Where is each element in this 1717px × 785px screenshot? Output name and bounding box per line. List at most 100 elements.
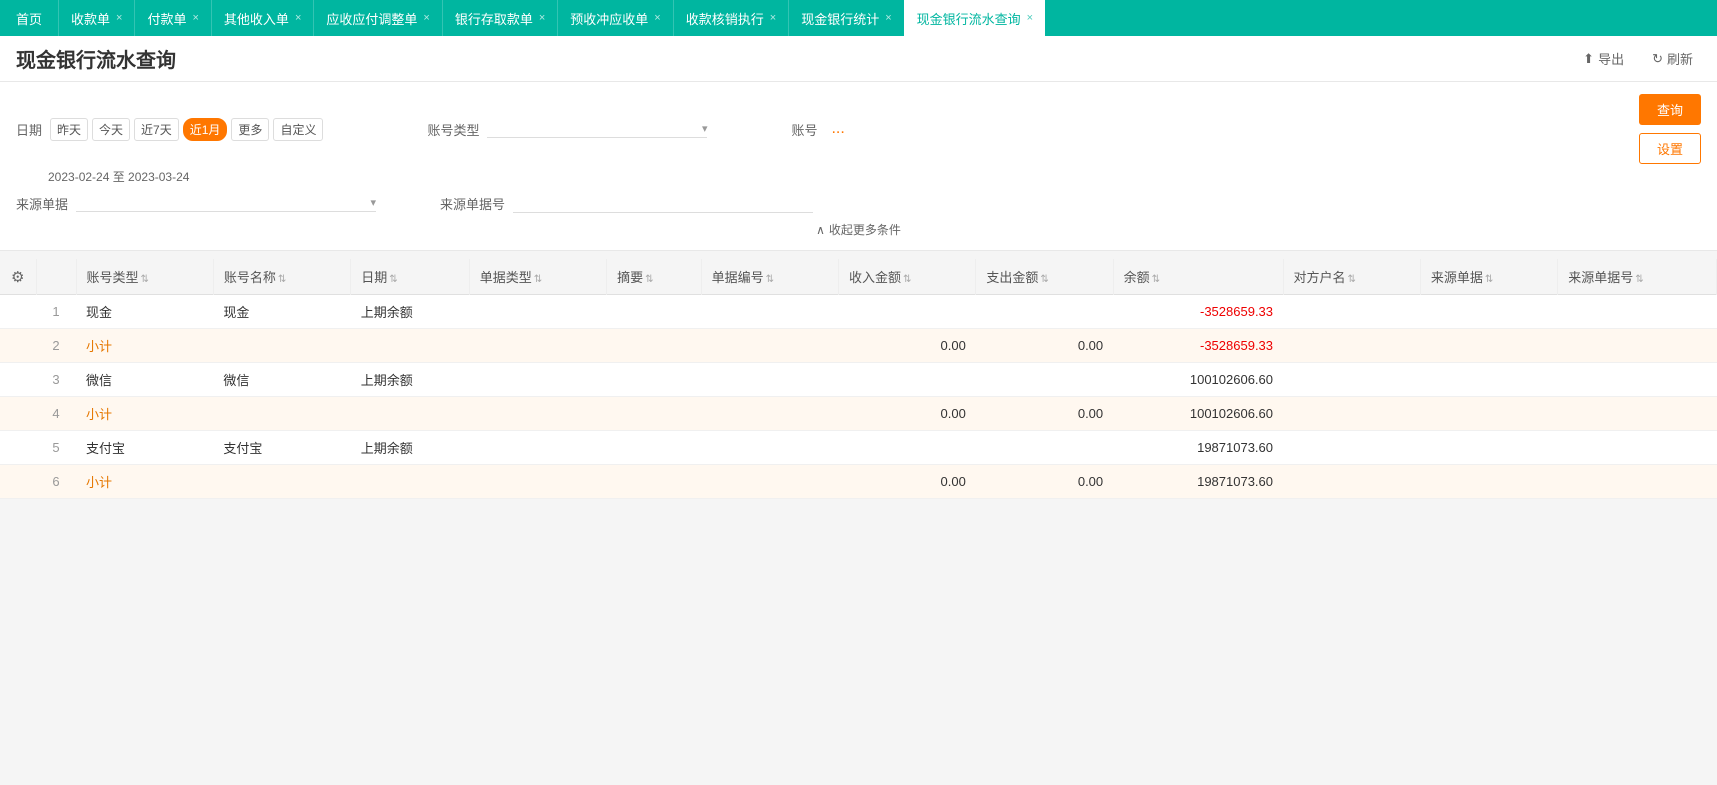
row-source-doc [1420, 295, 1557, 329]
nav-tab-5[interactable]: 预收冲应收单× [557, 0, 672, 36]
settings-button[interactable]: 设置 [1639, 133, 1701, 164]
col-balance[interactable]: 余额⇅ [1113, 259, 1283, 295]
row-doc-no [701, 363, 838, 397]
gear-icon[interactable]: ⚙ [11, 269, 24, 286]
row-source-doc [1420, 397, 1557, 431]
nav-tab-label: 现金银行流水查询 [917, 9, 1021, 28]
row-income: 0.00 [838, 465, 975, 499]
row-account-type: 支付宝 [76, 431, 213, 465]
row-source-doc-no [1558, 329, 1717, 363]
export-button[interactable]: ⬆ 导出 [1575, 45, 1632, 72]
date-option-1[interactable]: 今天 [92, 118, 130, 141]
col-source_doc_no[interactable]: 来源单据号⇅ [1558, 259, 1717, 295]
row-source-doc-no [1558, 465, 1717, 499]
collapse-bar[interactable]: ∧ 收起更多条件 [16, 221, 1701, 238]
source-doc-no-filter: 来源单据号 [440, 193, 813, 213]
date-option-2[interactable]: 近7天 [134, 118, 179, 141]
nav-tab-close-icon[interactable]: × [770, 12, 776, 24]
row-settings [0, 363, 36, 397]
nav-tab-close-icon[interactable]: × [192, 12, 198, 24]
nav-tab-6[interactable]: 收款核销执行× [673, 0, 788, 36]
row-settings [0, 329, 36, 363]
col-counterparty[interactable]: 对方户名⇅ [1283, 259, 1420, 295]
col-account_name[interactable]: 账号名称⇅ [213, 259, 350, 295]
col-summary[interactable]: 摘要⇅ [607, 259, 702, 295]
nav-tab-2[interactable]: 其他收入单 × [211, 0, 313, 36]
table-container: ⚙ 账号类型⇅账号名称⇅日期⇅单据类型⇅摘要⇅单据编号⇅收入金额⇅支出金额⇅余额⇅… [0, 259, 1717, 499]
row-doc-type [469, 363, 606, 397]
source-doc-select[interactable]: ▾ [76, 194, 376, 212]
nav-tab-close-icon[interactable]: × [423, 12, 429, 24]
row-num: 2 [36, 329, 76, 363]
filter-row-1: 日期 昨天今天近7天近1月更多自定义 账号类型 ▾ 账号 ... 查询 设置 [16, 94, 1701, 164]
row-source-doc [1420, 465, 1557, 499]
row-balance: -3528659.33 [1113, 329, 1283, 363]
filter-area: 日期 昨天今天近7天近1月更多自定义 账号类型 ▾ 账号 ... 查询 设置 2… [0, 82, 1717, 251]
row-balance: 100102606.60 [1113, 363, 1283, 397]
row-balance: 19871073.60 [1113, 431, 1283, 465]
row-account-name [213, 465, 350, 499]
date-option-3[interactable]: 近1月 [183, 118, 228, 141]
table-row: 2小计0.000.00-3528659.33 [0, 329, 1717, 363]
nav-home[interactable]: 首页 [0, 0, 58, 36]
row-source-doc-no [1558, 431, 1717, 465]
nav-tab-7[interactable]: 现金银行统计× [788, 0, 903, 36]
row-account-name: 现金 [213, 295, 350, 329]
row-doc-type [469, 465, 606, 499]
col-date[interactable]: 日期⇅ [351, 259, 470, 295]
col-num [36, 259, 76, 295]
col-account_type[interactable]: 账号类型⇅ [76, 259, 213, 295]
row-counterparty [1283, 465, 1420, 499]
refresh-button[interactable]: ↻ 刷新 [1644, 45, 1701, 72]
row-date [351, 465, 470, 499]
nav-tab-label: 其他收入单 [224, 9, 289, 28]
row-counterparty [1283, 397, 1420, 431]
source-doc-no-input[interactable] [513, 193, 813, 213]
nav-tab-close-icon[interactable]: × [539, 12, 545, 24]
nav-tab-4[interactable]: 银行存取款单× [442, 0, 557, 36]
row-balance: 19871073.60 [1113, 465, 1283, 499]
col-doc_type[interactable]: 单据类型⇅ [469, 259, 606, 295]
nav-tab-close-icon[interactable]: × [295, 12, 301, 24]
nav-tab-close-icon[interactable]: × [1027, 12, 1033, 24]
account-type-select[interactable]: ▾ [487, 120, 707, 138]
date-option-5[interactable]: 自定义 [273, 118, 323, 141]
row-settings [0, 295, 36, 329]
nav-tab-3[interactable]: 应收应付调整单× [313, 0, 441, 36]
sort-icon: ⇅ [534, 274, 542, 285]
nav-tab-close-icon[interactable]: × [654, 12, 660, 24]
col-income[interactable]: 收入金额⇅ [838, 259, 975, 295]
row-account-type: 现金 [76, 295, 213, 329]
sort-icon: ⇅ [903, 274, 911, 285]
table-row: 6小计0.000.0019871073.60 [0, 465, 1717, 499]
sort-icon: ⇅ [1152, 274, 1160, 285]
row-account-name [213, 397, 350, 431]
row-income [838, 363, 975, 397]
nav-tab-8[interactable]: 现金银行流水查询 × [904, 0, 1045, 36]
date-label: 日期 [16, 120, 42, 139]
query-button[interactable]: 查询 [1639, 94, 1701, 125]
row-expense: 0.00 [976, 465, 1113, 499]
date-option-0[interactable]: 昨天 [50, 118, 88, 141]
row-doc-no [701, 329, 838, 363]
source-doc-filter: 来源单据 ▾ [16, 194, 376, 213]
nav-tab-close-icon[interactable]: × [116, 12, 122, 24]
chevron-up-icon: ∧ [816, 223, 825, 237]
col-source_doc[interactable]: 来源单据⇅ [1420, 259, 1557, 295]
header-actions: ⬆ 导出 ↻ 刷新 [1575, 45, 1701, 72]
col-doc_no[interactable]: 单据编号⇅ [701, 259, 838, 295]
row-balance: 100102606.60 [1113, 397, 1283, 431]
row-doc-no [701, 465, 838, 499]
nav-tab-1[interactable]: 付款单× [134, 0, 210, 36]
col-expense[interactable]: 支出金额⇅ [976, 259, 1113, 295]
page-title: 现金银行流水查询 [16, 44, 176, 73]
sort-icon: ⇅ [1348, 274, 1356, 285]
nav-tab-close-icon[interactable]: × [885, 12, 891, 24]
nav-tab-0[interactable]: 收款单× [58, 0, 134, 36]
sort-icon: ⇅ [278, 274, 286, 285]
refresh-icon: ↻ [1652, 51, 1663, 67]
row-account-name [213, 329, 350, 363]
account-dots-button[interactable]: ... [825, 120, 850, 138]
date-option-4[interactable]: 更多 [231, 118, 269, 141]
row-expense: 0.00 [976, 397, 1113, 431]
